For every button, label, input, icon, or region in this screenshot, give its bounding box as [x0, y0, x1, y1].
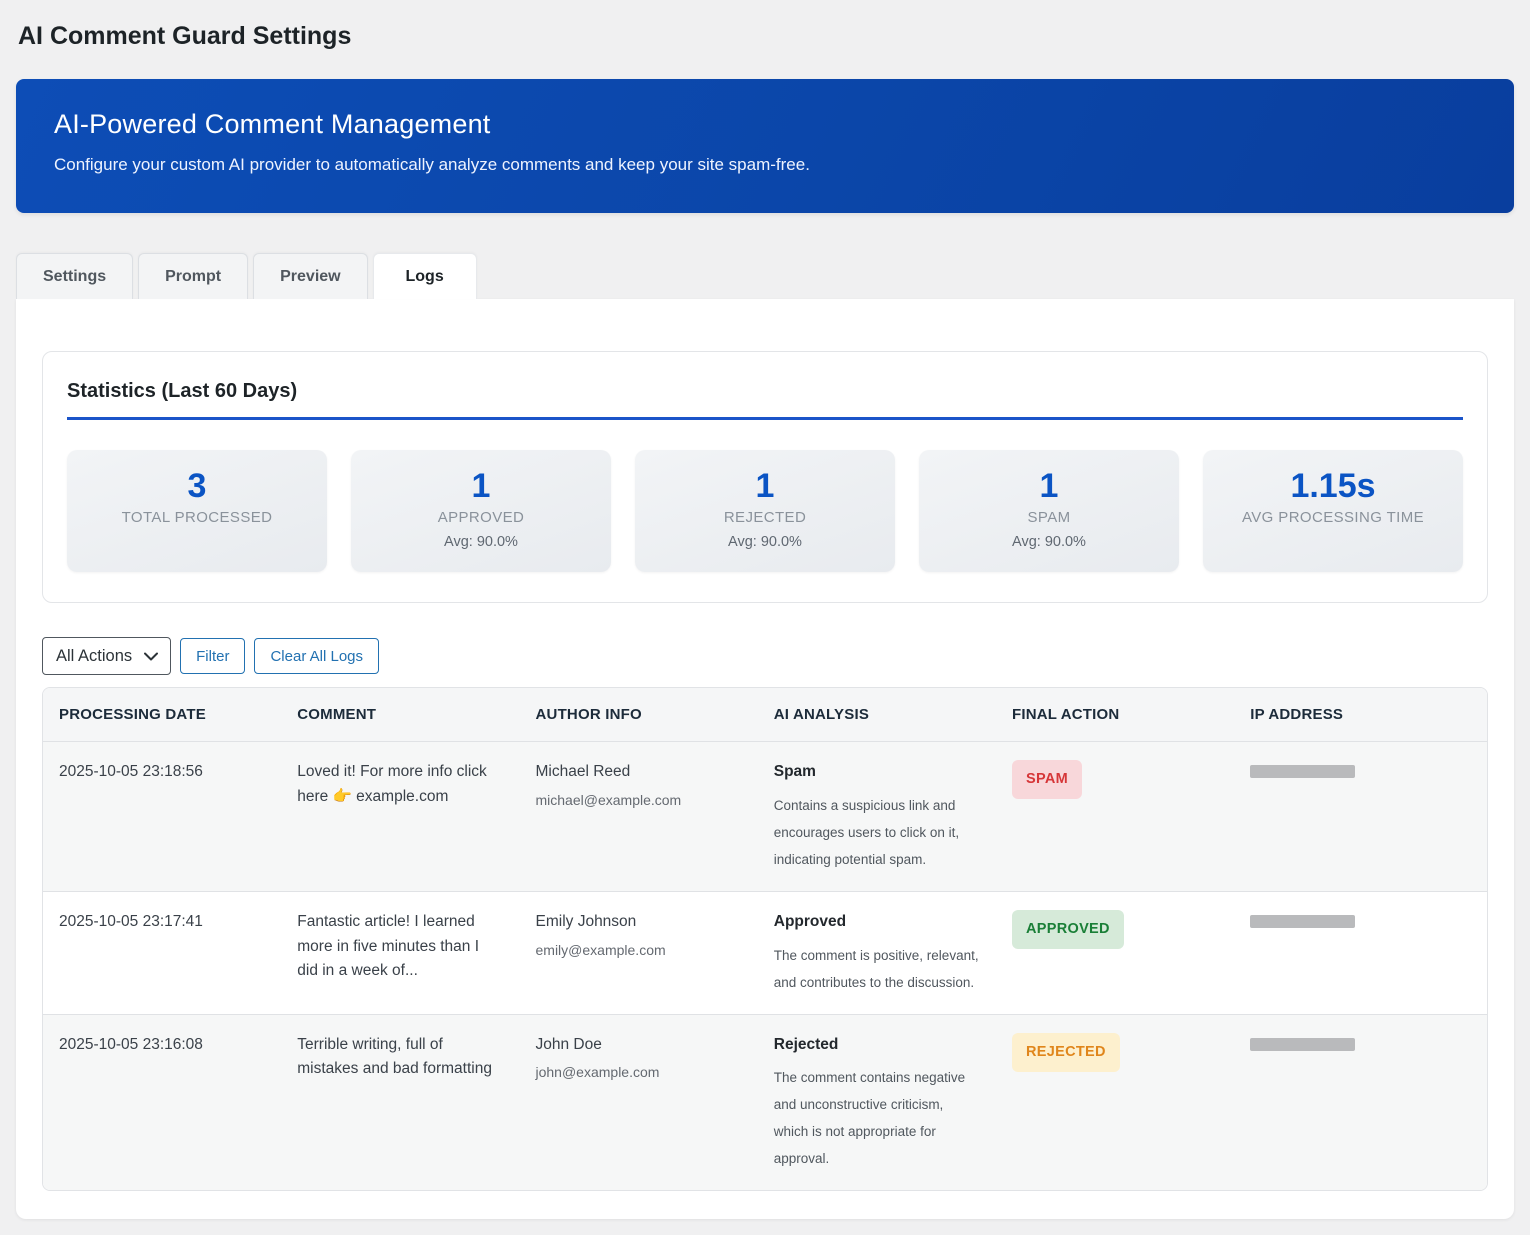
cell-final-action: APPROVED — [996, 891, 1234, 1014]
stat-value: 1 — [919, 466, 1179, 507]
chevron-down-icon — [144, 652, 158, 661]
stat-card-rejected: 1 REJECTED Avg: 90.0% — [635, 450, 895, 572]
table-row: 2025-10-05 23:18:56 Loved it! For more i… — [43, 742, 1487, 892]
tab-logs[interactable]: Logs — [373, 253, 477, 299]
tab-settings[interactable]: Settings — [16, 253, 133, 299]
cell-author-info: Michael Reed michael@example.com — [520, 742, 758, 892]
cell-author-info: John Doe john@example.com — [520, 1014, 758, 1190]
analysis-title: Approved — [774, 910, 980, 935]
cell-processing-date: 2025-10-05 23:18:56 — [43, 742, 281, 892]
author-email: john@example.com — [536, 1061, 742, 1083]
hero-banner: AI-Powered Comment Management Configure … — [16, 79, 1514, 213]
stat-value: 3 — [67, 466, 327, 507]
stat-card-total-processed: 3 TOTAL PROCESSED — [67, 450, 327, 572]
admin-page: AI Comment Guard Settings AI-Powered Com… — [0, 0, 1530, 1235]
analysis-text: The comment is positive, relevant, and c… — [774, 942, 980, 996]
cell-ai-analysis: Rejected The comment contains negative a… — [758, 1014, 996, 1190]
cell-processing-date: 2025-10-05 23:16:08 — [43, 1014, 281, 1190]
logs-table-container: PROCESSING DATE COMMENT AUTHOR INFO AI A… — [42, 687, 1488, 1191]
column-header-processing-date: PROCESSING DATE — [43, 688, 281, 742]
cell-processing-date: 2025-10-05 23:17:41 — [43, 891, 281, 1014]
stat-value: 1 — [351, 466, 611, 507]
hero-title: AI-Powered Comment Management — [54, 109, 1476, 140]
analysis-text: Contains a suspicious link and encourage… — [774, 792, 980, 873]
author-name: Emily Johnson — [536, 913, 637, 930]
logs-table: PROCESSING DATE COMMENT AUTHOR INFO AI A… — [43, 688, 1487, 1190]
stat-value: 1.15s — [1203, 466, 1463, 507]
hero-subtitle: Configure your custom AI provider to aut… — [54, 155, 1476, 175]
tab-prompt-label: Prompt — [165, 268, 221, 285]
cell-ai-analysis: Approved The comment is positive, releva… — [758, 891, 996, 1014]
stat-card-avg-processing-time: 1.15s AVG PROCESSING TIME — [1203, 450, 1463, 572]
analysis-title: Rejected — [774, 1033, 980, 1058]
tab-settings-label: Settings — [43, 268, 106, 285]
tab-bar: Settings Prompt Preview Logs — [16, 253, 1514, 299]
status-badge: REJECTED — [1012, 1033, 1120, 1072]
column-header-comment: COMMENT — [281, 688, 519, 742]
cell-comment: Terrible writing, full of mistakes and b… — [281, 1014, 519, 1190]
table-row: 2025-10-05 23:17:41 Fantastic article! I… — [43, 891, 1487, 1014]
stat-label: TOTAL PROCESSED — [67, 509, 327, 526]
cell-comment: Fantastic article! I learned more in fiv… — [281, 891, 519, 1014]
stat-label: APPROVED — [351, 509, 611, 526]
ip-redacted-bar — [1250, 765, 1355, 778]
tab-logs-label: Logs — [406, 268, 444, 285]
page-title: AI Comment Guard Settings — [18, 22, 1512, 51]
author-email: emily@example.com — [536, 939, 742, 961]
cell-ai-analysis: Spam Contains a suspicious link and enco… — [758, 742, 996, 892]
column-header-author-info: AUTHOR INFO — [520, 688, 758, 742]
status-badge: APPROVED — [1012, 910, 1124, 949]
ip-redacted-bar — [1250, 915, 1355, 928]
tab-preview[interactable]: Preview — [253, 253, 367, 299]
analysis-title: Spam — [774, 760, 980, 785]
cell-ip-address — [1234, 891, 1487, 1014]
stat-sub: Avg: 90.0% — [635, 534, 895, 550]
cell-comment: Loved it! For more info click here 👉 exa… — [281, 742, 519, 892]
cell-author-info: Emily Johnson emily@example.com — [520, 891, 758, 1014]
logs-tab-panel: Statistics (Last 60 Days) 3 TOTAL PROCES… — [16, 299, 1514, 1219]
analysis-text: The comment contains negative and uncons… — [774, 1064, 980, 1172]
action-filter-select[interactable]: All Actions — [42, 637, 171, 675]
statistics-panel: Statistics (Last 60 Days) 3 TOTAL PROCES… — [42, 351, 1488, 603]
tab-prompt[interactable]: Prompt — [138, 253, 248, 299]
column-header-final-action: FINAL ACTION — [996, 688, 1234, 742]
action-filter-value: All Actions — [56, 647, 132, 666]
author-name: Michael Reed — [536, 763, 631, 780]
column-header-ai-analysis: AI ANALYSIS — [758, 688, 996, 742]
filter-bar: All Actions Filter Clear All Logs — [42, 637, 1488, 675]
stat-value: 1 — [635, 466, 895, 507]
ip-redacted-bar — [1250, 1038, 1355, 1051]
stat-label: AVG PROCESSING TIME — [1203, 509, 1463, 526]
filter-button[interactable]: Filter — [180, 638, 245, 674]
stat-cards: 3 TOTAL PROCESSED 1 APPROVED Avg: 90.0% … — [67, 450, 1463, 572]
table-header-row: PROCESSING DATE COMMENT AUTHOR INFO AI A… — [43, 688, 1487, 742]
tab-preview-label: Preview — [280, 268, 340, 285]
author-name: John Doe — [536, 1036, 602, 1053]
cell-final-action: SPAM — [996, 742, 1234, 892]
stat-label: SPAM — [919, 509, 1179, 526]
table-row: 2025-10-05 23:16:08 Terrible writing, fu… — [43, 1014, 1487, 1190]
status-badge: SPAM — [1012, 760, 1082, 799]
column-header-ip-address: IP ADDRESS — [1234, 688, 1487, 742]
stat-label: REJECTED — [635, 509, 895, 526]
stat-sub: Avg: 90.0% — [919, 534, 1179, 550]
stat-card-spam: 1 SPAM Avg: 90.0% — [919, 450, 1179, 572]
statistics-heading: Statistics (Last 60 Days) — [67, 380, 1463, 420]
stat-sub: Avg: 90.0% — [351, 534, 611, 550]
cell-ip-address — [1234, 742, 1487, 892]
cell-final-action: REJECTED — [996, 1014, 1234, 1190]
author-email: michael@example.com — [536, 789, 742, 811]
cell-ip-address — [1234, 1014, 1487, 1190]
clear-all-logs-button[interactable]: Clear All Logs — [254, 638, 379, 674]
stat-card-approved: 1 APPROVED Avg: 90.0% — [351, 450, 611, 572]
